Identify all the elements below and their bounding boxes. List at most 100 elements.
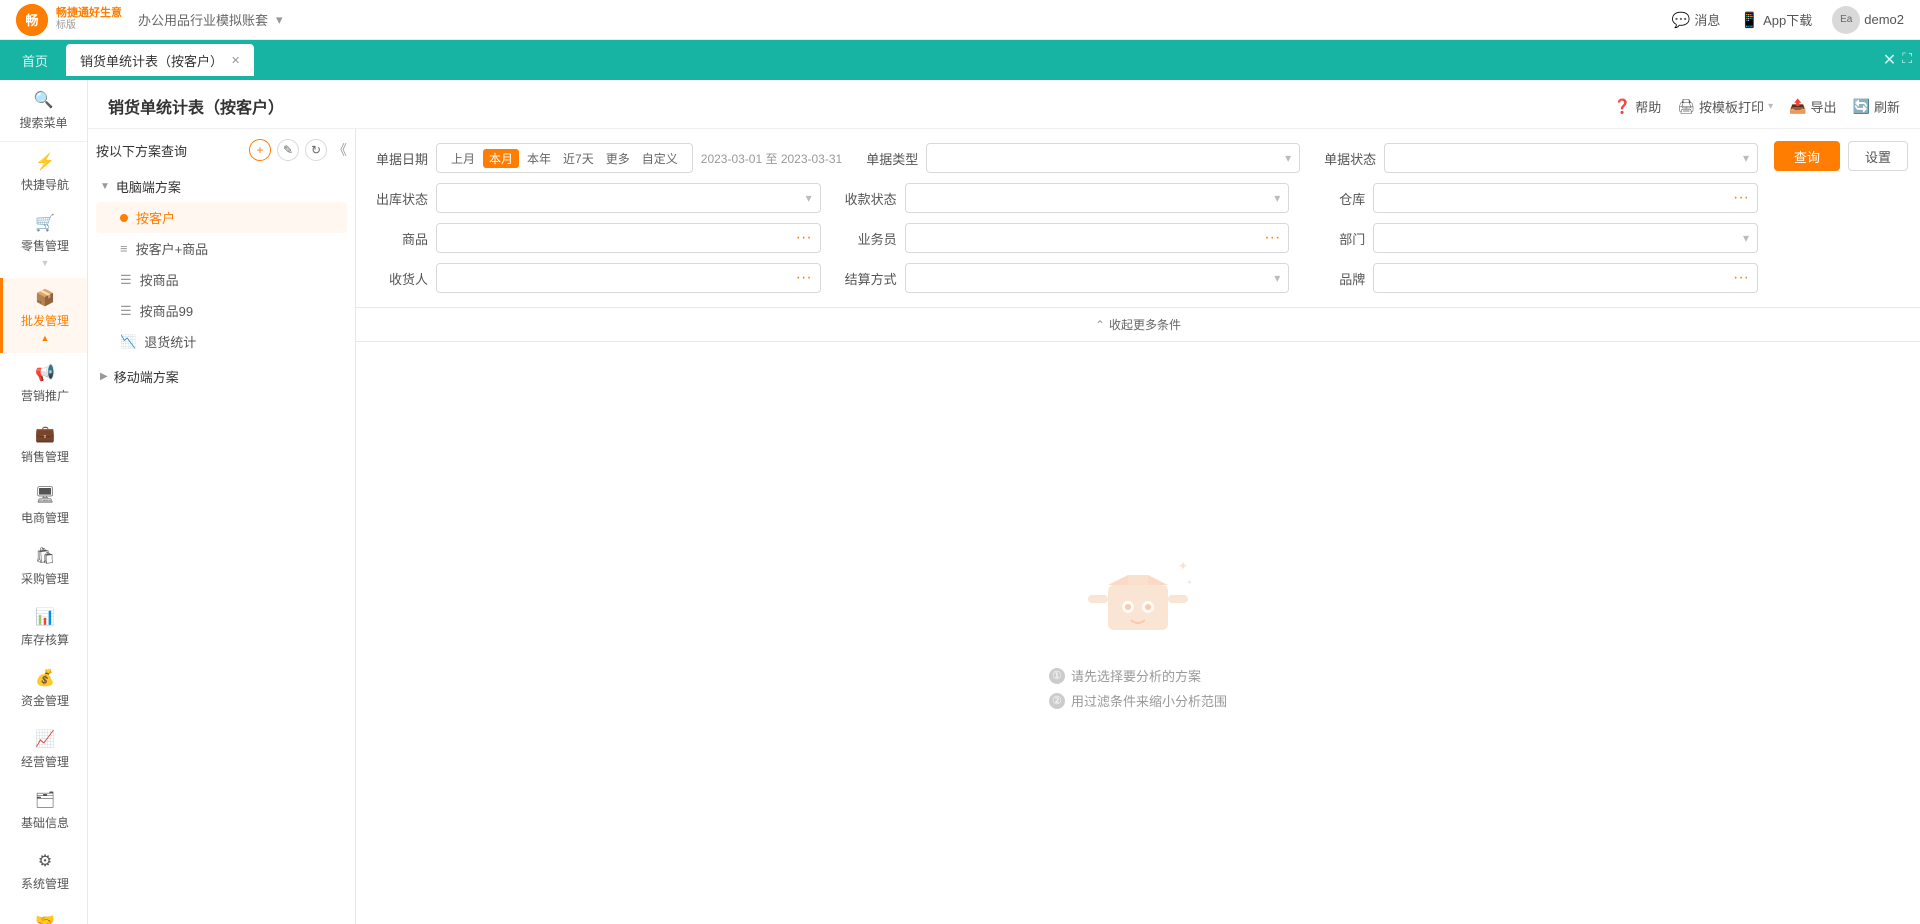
sidebar-search-btn[interactable]: 🔍 搜索菜单 <box>0 80 87 142</box>
user-name: demo2 <box>1864 12 1904 27</box>
salesperson-select[interactable]: ··· <box>905 223 1290 253</box>
date-tab-more[interactable]: 更多 <box>602 149 634 168</box>
sidebar-basic-label: 基础信息 <box>21 814 69 831</box>
retail-arrow-icon: ▼ <box>41 258 50 268</box>
tip-text-2: 用过滤条件来缩小分析范围 <box>1071 691 1227 710</box>
svg-text:✦: ✦ <box>1178 559 1188 573</box>
scheme-refresh-btn[interactable]: ↻ <box>305 139 327 161</box>
avatar: Ea <box>1832 6 1860 34</box>
print-dropdown-icon: ▾ <box>1768 101 1773 112</box>
collapse-row[interactable]: ⌃ 收起更多条件 <box>356 308 1920 342</box>
scheme-item-by-product99[interactable]: ☰ 按商品99 <box>96 295 347 326</box>
filter-cell-department: 部门 ▾ <box>1289 223 1758 253</box>
sidebar-item-system[interactable]: ⚙ 系统管理 <box>0 841 87 902</box>
sidebar-system-label: 系统管理 <box>21 875 69 892</box>
help-btn[interactable]: ❓ 帮助 <box>1614 97 1661 116</box>
scheme-panel-actions: + ✎ ↻ 《 <box>249 139 347 161</box>
date-tab-this-month[interactable]: 本月 <box>483 149 519 168</box>
message-btn[interactable]: 💬 消息 <box>1672 10 1721 29</box>
scheme-group-desktop-header[interactable]: ▼ 电脑端方案 <box>96 171 347 202</box>
filter-cell-date: 单据日期 上月 本月 本年 近7天 更多 自定义 2023-03-01 至 20… <box>372 143 842 173</box>
sidebar-inventory-label: 库存核算 <box>21 631 69 648</box>
scheme-collapse-btn[interactable]: 《 <box>333 140 347 160</box>
receiver-select[interactable]: ··· <box>436 263 821 293</box>
scheme-item-by-customer[interactable]: 按客户 <box>96 202 347 233</box>
scheme-group-desktop: ▼ 电脑端方案 按客户 ≡ 按客户+商品 ☰ 按商品 <box>96 171 347 357</box>
scheme-refresh-icon: ↻ <box>311 143 321 157</box>
cooperation-icon: 🤝 <box>35 912 55 924</box>
out-status-select[interactable]: ▾ <box>436 183 821 213</box>
receiver-dots[interactable]: ··· <box>796 270 812 286</box>
svg-text:畅: 畅 <box>25 13 38 28</box>
filter-cell-out-status: 出库状态 ▾ <box>372 183 821 213</box>
brand-select[interactable]: ··· <box>1373 263 1758 293</box>
scheme-item-return-stat[interactable]: 📉 退货统计 <box>96 326 347 357</box>
sales-icon: 💼 <box>35 424 55 444</box>
date-tab-this-year[interactable]: 本年 <box>523 149 555 168</box>
sidebar-item-marketing[interactable]: 📢 营销推广 <box>0 353 87 414</box>
settlement-select[interactable]: ▾ <box>905 263 1290 293</box>
sidebar-item-retail[interactable]: 🛒 零售管理 ▼ <box>0 203 87 278</box>
tab-maximize-icon[interactable]: ⛶ <box>1902 50 1912 70</box>
date-tab-last-month[interactable]: 上月 <box>447 149 479 168</box>
tab-close-all-icon[interactable]: ✕ <box>1883 50 1896 70</box>
tab-sales-stat[interactable]: 销货单统计表（按客户） ✕ <box>66 44 254 76</box>
scheme-item-return-stat-label: 退货统计 <box>144 332 196 351</box>
order-status-select[interactable]: ▾ <box>1384 143 1758 173</box>
top-title-dropdown-icon[interactable]: ▾ <box>276 12 283 28</box>
order-type-select[interactable]: ▾ <box>926 143 1300 173</box>
date-tab-last7[interactable]: 近7天 <box>559 149 598 168</box>
product-dots[interactable]: ··· <box>796 230 812 246</box>
page-header: 销货单统计表（按客户） ❓ 帮助 🖨 按模板打印 ▾ 📤 导出 🔄 刷新 <box>88 80 1920 129</box>
collection-status-select[interactable]: ▾ <box>905 183 1290 213</box>
scheme-edit-btn[interactable]: ✎ <box>277 139 299 161</box>
scheme-group-mobile-header[interactable]: ▶ 移动端方案 <box>96 361 347 392</box>
filter-row-1: 单据日期 上月 本月 本年 近7天 更多 自定义 2023-03-01 至 20… <box>372 143 1758 173</box>
warehouse-select[interactable]: ··· <box>1373 183 1758 213</box>
sidebar-item-cooperation[interactable]: 🤝 企业协同 <box>0 902 87 924</box>
tab-home[interactable]: 首页 <box>8 44 62 76</box>
department-select[interactable]: ▾ <box>1373 223 1758 253</box>
export-btn[interactable]: 📤 导出 <box>1789 97 1836 116</box>
order-type-label: 单据类型 <box>862 149 918 168</box>
page-title: 销货单统计表（按客户） <box>108 94 284 118</box>
scheme-item-icon-tag2: ☰ <box>120 303 132 319</box>
date-tabs-control[interactable]: 上月 本月 本年 近7天 更多 自定义 <box>436 143 693 173</box>
tab-bar-right: ✕ ⛶ <box>1883 50 1912 70</box>
avatar-text: Ea <box>1840 14 1852 25</box>
sidebar-item-inventory[interactable]: 📊 库存核算 <box>0 597 87 658</box>
print-btn[interactable]: 🖨 按模板打印 ▾ <box>1677 97 1773 116</box>
sidebar-item-nav[interactable]: ⚡ 快捷导航 <box>0 142 87 203</box>
sidebar-item-finance[interactable]: 💰 资金管理 <box>0 658 87 719</box>
filter-cell-brand: 品牌 ··· <box>1289 263 1758 293</box>
sidebar-item-basic[interactable]: 🗂 基础信息 <box>0 780 87 841</box>
scheme-add-btn[interactable]: + <box>249 139 271 161</box>
purchase-icon: 🛍 <box>35 546 55 566</box>
department-arrow-icon: ▾ <box>1743 231 1749 245</box>
brand-dots[interactable]: ··· <box>1733 270 1749 286</box>
tip-text-1: 请先选择要分析的方案 <box>1071 666 1201 685</box>
salesperson-dots[interactable]: ··· <box>1264 230 1280 246</box>
sidebar-item-ecommerce[interactable]: 🖥 电商管理 <box>0 475 87 536</box>
wholesale-arrow-icon: ▲ <box>41 333 50 343</box>
scheme-item-by-product99-label: 按商品99 <box>140 301 193 320</box>
settings-btn[interactable]: 设置 <box>1848 141 1908 171</box>
filter-cell-collection-status: 收款状态 ▾ <box>821 183 1290 213</box>
refresh-btn[interactable]: 🔄 刷新 <box>1853 97 1900 116</box>
tip-num-1: ① <box>1049 668 1065 684</box>
collection-arrow-icon: ▾ <box>1274 191 1280 205</box>
sidebar-item-sales[interactable]: 💼 销售管理 <box>0 414 87 475</box>
date-tab-custom[interactable]: 自定义 <box>638 149 682 168</box>
warehouse-dots[interactable]: ··· <box>1733 190 1749 206</box>
help-label: 帮助 <box>1635 97 1661 116</box>
sidebar-item-purchase[interactable]: 🛍 采购管理 <box>0 536 87 597</box>
tab-close-icon[interactable]: ✕ <box>231 54 240 67</box>
user-profile[interactable]: Ea demo2 <box>1832 6 1904 34</box>
sidebar-item-wholesale[interactable]: 📦 批发管理 ▲ <box>0 278 87 353</box>
scheme-item-by-customer-product[interactable]: ≡ 按客户+商品 <box>96 233 347 264</box>
app-download-btn[interactable]: 📱 App下载 <box>1740 10 1812 29</box>
product-select[interactable]: ··· <box>436 223 821 253</box>
scheme-item-by-product[interactable]: ☰ 按商品 <box>96 264 347 295</box>
sidebar-item-operation[interactable]: 📈 经营管理 <box>0 719 87 780</box>
query-btn[interactable]: 查询 <box>1774 141 1840 171</box>
